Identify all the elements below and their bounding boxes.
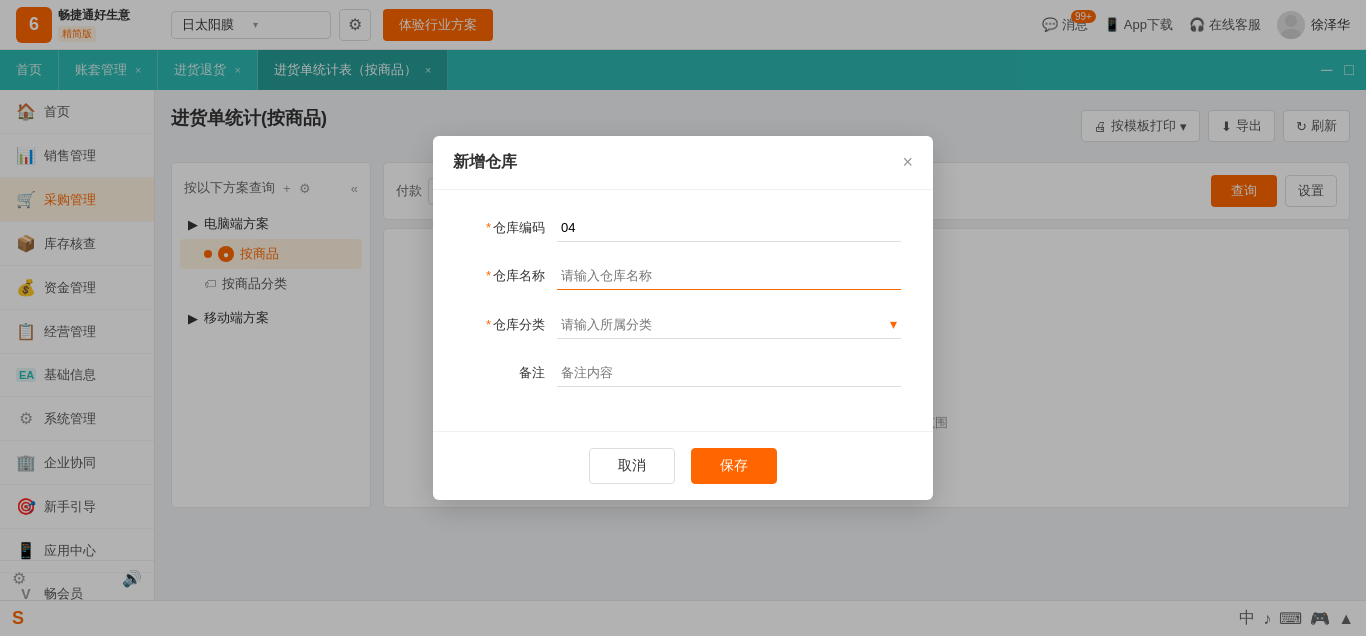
note-label: 备注 [465, 364, 545, 382]
category-required-mark: * [486, 317, 491, 332]
cancel-button[interactable]: 取消 [589, 448, 675, 484]
modal-footer: 取消 保存 [433, 431, 933, 500]
name-label: *仓库名称 [465, 267, 545, 285]
modal-overlay[interactable]: 新增仓库 × *仓库编码 *仓库名称 *仓库分类 [0, 0, 1366, 636]
code-label: *仓库编码 [465, 219, 545, 237]
name-required-mark: * [486, 268, 491, 283]
form-row-code: *仓库编码 [465, 214, 901, 242]
form-row-category: *仓库分类 ▾ [465, 310, 901, 339]
category-label: *仓库分类 [465, 316, 545, 334]
form-row-name: *仓库名称 [465, 262, 901, 290]
modal-header: 新增仓库 × [433, 136, 933, 190]
note-input[interactable] [557, 359, 901, 387]
category-dropdown-icon[interactable]: ▾ [890, 316, 897, 332]
category-input[interactable] [561, 317, 890, 332]
code-required-mark: * [486, 220, 491, 235]
warehouse-code-input[interactable] [557, 214, 901, 242]
category-select-wrapper[interactable]: ▾ [557, 310, 901, 339]
modal-body: *仓库编码 *仓库名称 *仓库分类 ▾ [433, 190, 933, 431]
form-row-note: 备注 [465, 359, 901, 387]
save-button[interactable]: 保存 [691, 448, 777, 484]
modal-title: 新增仓库 [453, 152, 517, 173]
warehouse-modal: 新增仓库 × *仓库编码 *仓库名称 *仓库分类 [433, 136, 933, 500]
modal-close-button[interactable]: × [902, 152, 913, 173]
warehouse-name-input[interactable] [557, 262, 901, 290]
